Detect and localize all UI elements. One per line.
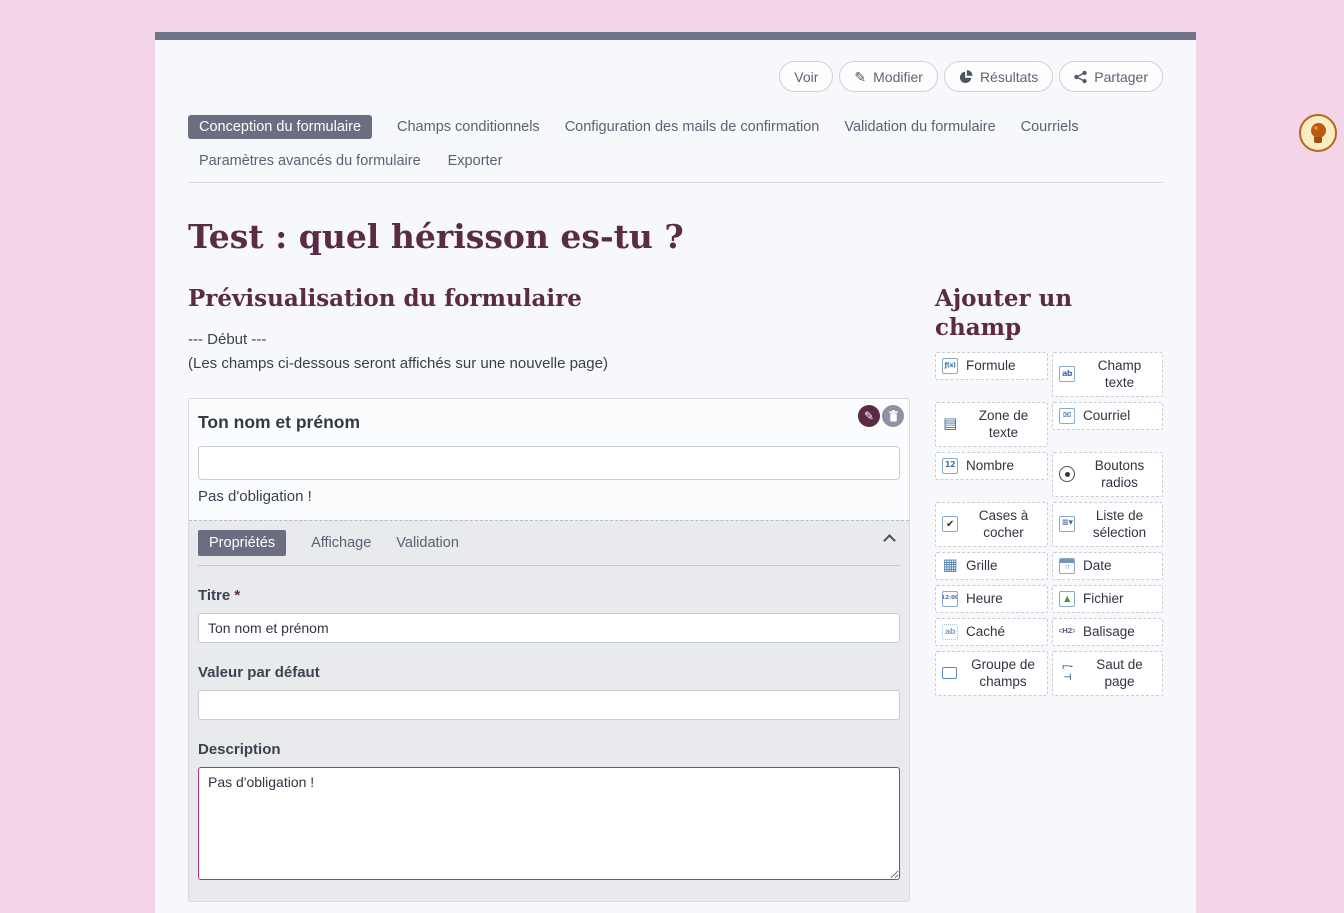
tab-courriels[interactable]: Courriels [1021, 115, 1079, 139]
page-break-note: (Les champs ci-dessous seront affichés s… [188, 355, 910, 372]
edit-button-label: Modifier [873, 69, 923, 85]
chevron-up-icon[interactable] [883, 534, 896, 547]
add-field-fichier[interactable]: ▲ Fichier [1052, 585, 1163, 613]
textfield-icon: ab [1059, 366, 1075, 382]
tab-validation[interactable]: Validation [396, 535, 459, 551]
field-title: Ton nom et prénom [198, 412, 900, 433]
grid-icon: ▦ [942, 558, 958, 574]
pencil-icon: ✎ [854, 70, 866, 84]
field-properties-pane: Propriétés Affichage Validation Titre * … [189, 520, 909, 901]
edit-button[interactable]: ✎ Modifier [839, 61, 938, 92]
add-field-liste-de-selection[interactable]: ≡▾ Liste de sélection [1052, 502, 1163, 547]
add-field-courriel[interactable]: ✉ Courriel [1052, 402, 1163, 430]
add-field-groupe-de-champs[interactable]: Groupe de champs [935, 651, 1048, 696]
add-field-zone-de-texte[interactable]: ▤ Zone de texte [935, 402, 1048, 447]
title-input[interactable] [198, 613, 900, 643]
tabs-divider [188, 182, 1163, 183]
properties-tabs: Propriétés Affichage Validation [198, 530, 900, 566]
tab-champs-conditionnels[interactable]: Champs conditionnels [397, 115, 540, 139]
required-marker: * [234, 587, 240, 604]
email-icon: ✉ [1059, 408, 1075, 424]
add-field-cache[interactable]: ab Caché [935, 618, 1048, 646]
pie-chart-icon [959, 70, 973, 84]
tab-exporter[interactable]: Exporter [448, 149, 503, 173]
markup-icon: <H2> [1059, 624, 1075, 640]
results-button[interactable]: Résultats [944, 61, 1053, 92]
page-break-label: --- Début --- [188, 331, 910, 348]
delete-field-icon[interactable] [882, 405, 904, 427]
formula-icon: ƒ(x) [942, 358, 958, 374]
clock-icon: 12:00 [942, 591, 958, 607]
tab-affichage[interactable]: Affichage [311, 535, 371, 551]
share-button-label: Partager [1094, 69, 1148, 85]
description-textarea[interactable]: Pas d'obligation ! [198, 767, 900, 880]
add-field-champ-texte[interactable]: ab Champ texte [1052, 352, 1163, 397]
edit-field-icon[interactable]: ✎ [858, 405, 880, 427]
preview-heading: Prévisualisation du formulaire [188, 285, 910, 314]
add-field-balisage[interactable]: <H2> Balisage [1052, 618, 1163, 646]
hidden-field-icon: ab [942, 624, 958, 640]
add-field-cases-a-cocher[interactable]: ✔ Cases à cocher [935, 502, 1048, 547]
form-nav-tabs: Conception du formulaire Champs conditio… [188, 115, 1163, 183]
help-button[interactable] [1299, 114, 1337, 152]
form-builder-page: Voir ✎ Modifier Résultats Partager [0, 0, 1344, 913]
tab-conception-du-formulaire[interactable]: Conception du formulaire [188, 115, 372, 139]
form-preview-column: Prévisualisation du formulaire --- Début… [188, 285, 910, 913]
title-field-label: Titre * [198, 587, 900, 604]
add-field-saut-de-page[interactable]: ⊢-⊣ Saut de page [1052, 651, 1163, 696]
add-field-boutons-radios[interactable]: Boutons radios [1052, 452, 1163, 497]
textarea-icon: ▤ [942, 416, 958, 432]
share-icon [1074, 70, 1087, 84]
results-button-label: Résultats [980, 69, 1038, 85]
add-field-grille[interactable]: ▦ Grille [935, 552, 1048, 580]
content-panel: Voir ✎ Modifier Résultats Partager [155, 32, 1196, 913]
checkbox-icon: ✔ [942, 516, 958, 532]
add-field-heure[interactable]: 12:00 Heure [935, 585, 1048, 613]
page-title: Test : quel hérisson es-tu ? [188, 217, 1163, 256]
tab-proprietes[interactable]: Propriétés [198, 530, 286, 556]
description-label: Description [198, 741, 900, 758]
add-field-nombre[interactable]: 12 Nombre [935, 452, 1048, 480]
add-field-sidebar: Ajouter un champ ƒ(x) Formule ab Champ t… [935, 285, 1163, 913]
tab-validation-du-formulaire[interactable]: Validation du formulaire [844, 115, 995, 139]
tab-configuration-mails[interactable]: Configuration des mails de confirmation [565, 115, 820, 139]
field-description-text: Pas d'obligation ! [198, 488, 900, 505]
view-button-label: Voir [794, 69, 818, 85]
lightbulb-icon [1311, 123, 1326, 138]
view-button[interactable]: Voir [779, 61, 833, 92]
default-value-input[interactable] [198, 690, 900, 720]
page-break-icon: ⊢-⊣ [1059, 665, 1075, 681]
tab-parametres-avances[interactable]: Paramètres avancés du formulaire [199, 149, 421, 173]
field-preview-input[interactable] [198, 446, 900, 480]
add-field-date[interactable]: ∷ Date [1052, 552, 1163, 580]
select-icon: ≡▾ [1059, 516, 1075, 532]
add-field-heading: Ajouter un champ [935, 285, 1095, 343]
fieldset-icon [942, 667, 957, 679]
field-palette: ƒ(x) Formule ab Champ texte ▤ Zone de te… [935, 352, 1163, 696]
field-card: Ton nom et prénom ✎ Pas d'obligation ! [188, 398, 910, 902]
add-field-formule[interactable]: ƒ(x) Formule [935, 352, 1048, 380]
header-actions: Voir ✎ Modifier Résultats Partager [188, 61, 1163, 92]
default-value-label: Valeur par défaut [198, 664, 900, 681]
number-icon: 12 [942, 458, 958, 474]
radio-icon [1059, 466, 1075, 482]
share-button[interactable]: Partager [1059, 61, 1163, 92]
file-upload-icon: ▲ [1059, 591, 1075, 607]
calendar-icon: ∷ [1059, 558, 1075, 574]
